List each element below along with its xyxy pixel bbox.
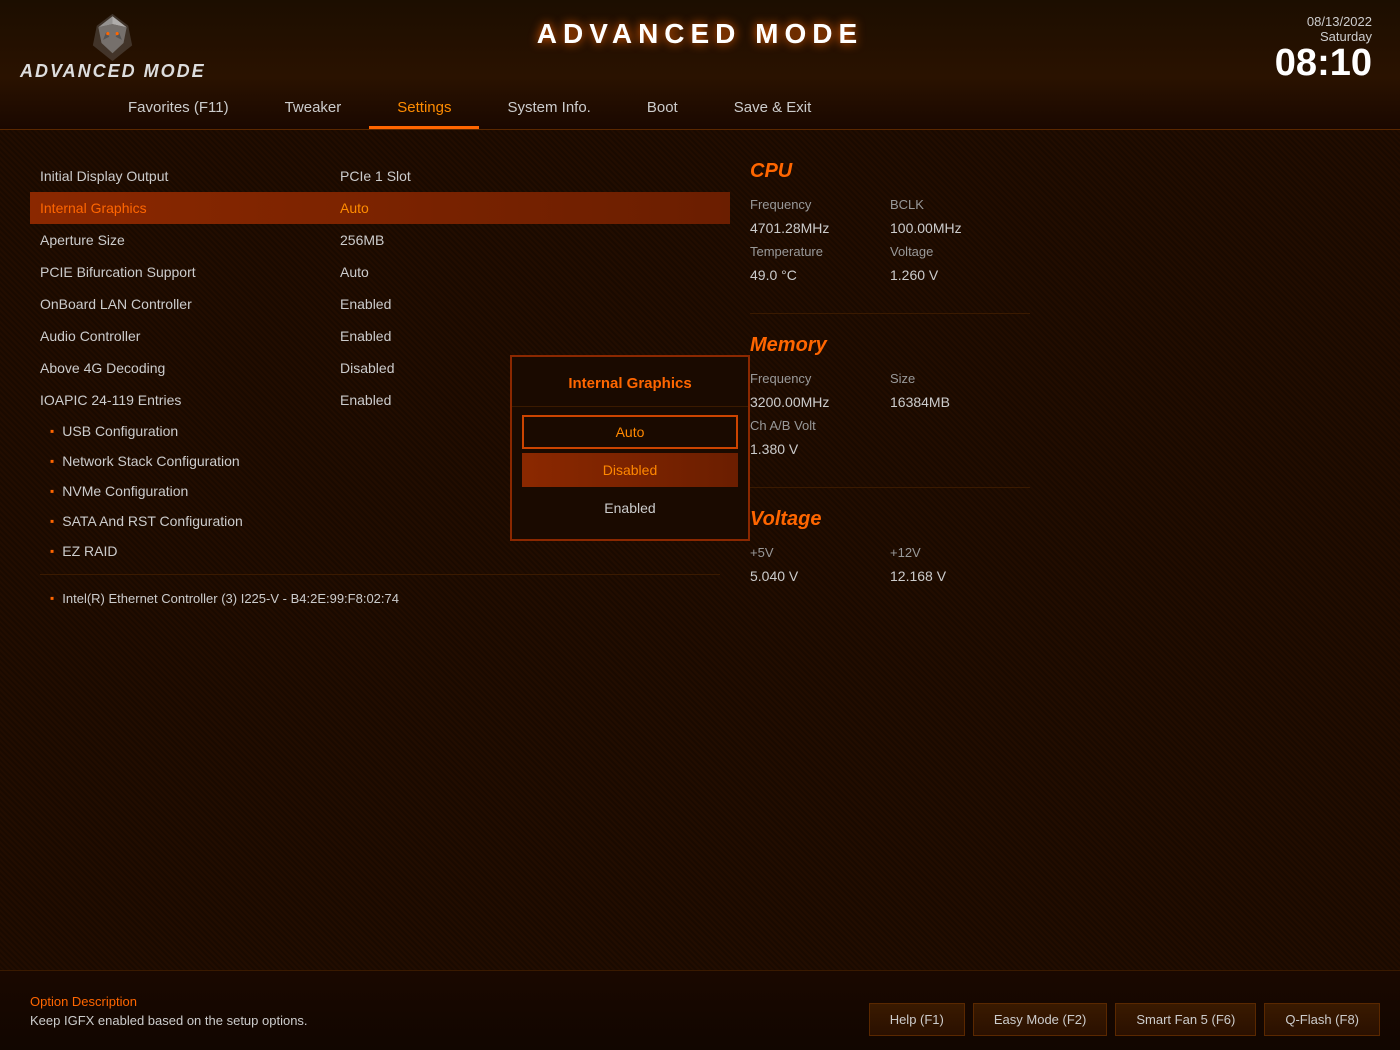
nav-tweaker[interactable]: Tweaker <box>257 89 370 129</box>
cpu-grid: Frequency BCLK 4701.28MHz 100.00MHz Temp… <box>750 197 1030 283</box>
nav-settings[interactable]: Settings <box>369 89 479 129</box>
memory-title: Memory <box>750 334 1030 357</box>
dropdown-overlay[interactable]: Internal Graphics Auto Disabled Enabled <box>510 355 750 541</box>
cpu-temp-label: Temperature <box>750 244 890 259</box>
dropdown-title: Internal Graphics <box>512 367 748 407</box>
setting-row-internal-graphics[interactable]: Internal Graphics Auto <box>30 192 730 224</box>
ethernet-item: ▪ Intel(R) Ethernet Controller (3) I225-… <box>30 583 730 613</box>
title-text: ADVANCED MODE <box>537 18 863 49</box>
voltage-title: Voltage <box>750 508 1030 531</box>
cpu-bclk-label: BCLK <box>890 197 1030 212</box>
memory-section: Memory Frequency Size 3200.00MHz 16384MB… <box>750 334 1030 457</box>
right-panel: CPU Frequency BCLK 4701.28MHz 100.00MHz … <box>750 150 1030 950</box>
ethernet-label: Intel(R) Ethernet Controller (3) I225-V … <box>62 591 399 606</box>
setting-value-audio: Enabled <box>340 328 720 344</box>
mem-size-label: Size <box>890 371 1030 386</box>
cpu-freq-label: Frequency <box>750 197 890 212</box>
bullet-nvme-icon: ▪ <box>50 484 54 498</box>
setting-label-lan: OnBoard LAN Controller <box>40 296 340 312</box>
setting-label-aperture: Aperture Size <box>40 232 340 248</box>
mem-freq-value: 3200.00MHz <box>750 394 890 410</box>
nav-save-exit[interactable]: Save & Exit <box>706 89 840 129</box>
sub-label-sata: SATA And RST Configuration <box>62 513 243 529</box>
qflash-button[interactable]: Q-Flash (F8) <box>1264 1003 1380 1036</box>
nav-boot[interactable]: Boot <box>619 89 706 129</box>
setting-value-internal-graphics: Auto <box>340 200 720 216</box>
voltage-grid: +5V +12V 5.040 V 12.168 V <box>750 545 1030 584</box>
cpu-divider <box>750 313 1030 314</box>
smart-fan-button[interactable]: Smart Fan 5 (F6) <box>1115 1003 1256 1036</box>
setting-row-lan[interactable]: OnBoard LAN Controller Enabled <box>30 288 730 320</box>
v12-label: +12V <box>890 545 1030 560</box>
memory-grid: Frequency Size 3200.00MHz 16384MB Ch A/B… <box>750 371 1030 457</box>
cpu-title: CPU <box>750 160 1030 183</box>
main-content: Initial Display Output PCIe 1 Slot Inter… <box>0 130 1400 970</box>
logo: ADVANCED MODE <box>20 10 206 82</box>
setting-value-lan: Enabled <box>340 296 720 312</box>
dropdown-option-auto[interactable]: Auto <box>522 415 738 449</box>
bullet-ezraid-icon: ▪ <box>50 544 54 558</box>
bullet-usb-icon: ▪ <box>50 424 54 438</box>
nav-bar: Favorites (F11) Tweaker Settings System … <box>100 89 839 129</box>
sub-label-network: Network Stack Configuration <box>62 453 239 469</box>
setting-row-aperture[interactable]: Aperture Size 256MB <box>30 224 730 256</box>
bullet-sata-icon: ▪ <box>50 514 54 528</box>
header-time: 08:10 <box>1275 42 1372 84</box>
sub-label-nvme: NVMe Configuration <box>62 483 188 499</box>
cpu-bclk-value: 100.00MHz <box>890 220 1030 236</box>
mem-chvolt-label: Ch A/B Volt <box>750 418 890 433</box>
help-button[interactable]: Help (F1) <box>869 1003 965 1036</box>
header-datetime: 08/13/2022 Saturday 08:10 <box>1275 14 1372 82</box>
setting-row-audio[interactable]: Audio Controller Enabled <box>30 320 730 352</box>
bullet-ethernet-icon: ▪ <box>50 591 54 605</box>
setting-value-pcie-bifurcation: Auto <box>340 264 720 280</box>
header: ADVANCED MODE ADVANCED MODE 08/13/2022 S… <box>0 0 1400 130</box>
bottom-buttons: Help (F1) Easy Mode (F2) Smart Fan 5 (F6… <box>869 1003 1380 1036</box>
nav-sysinfo[interactable]: System Info. <box>479 89 618 129</box>
cpu-section: CPU Frequency BCLK 4701.28MHz 100.00MHz … <box>750 160 1030 283</box>
voltage-section: Voltage +5V +12V 5.040 V 12.168 V <box>750 508 1030 584</box>
v5-label: +5V <box>750 545 890 560</box>
setting-label-above4g: Above 4G Decoding <box>40 360 340 376</box>
sub-label-ezraid: EZ RAID <box>62 543 117 559</box>
setting-label-initial-display: Initial Display Output <box>40 168 340 184</box>
setting-row-initial-display[interactable]: Initial Display Output PCIe 1 Slot <box>30 160 730 192</box>
mem-size-value: 16384MB <box>890 394 1030 410</box>
sub-label-usb: USB Configuration <box>62 423 178 439</box>
main-divider <box>40 574 720 575</box>
nav-favorites[interactable]: Favorites (F11) <box>100 89 257 129</box>
date-value: 08/13/2022 <box>1307 14 1372 29</box>
header-title: ADVANCED MODE <box>537 18 863 50</box>
logo-text: ADVANCED MODE <box>20 61 206 82</box>
dropdown-option-disabled[interactable]: Disabled <box>522 453 738 487</box>
bottom-bar: Option Description Keep IGFX enabled bas… <box>0 970 1400 1050</box>
left-panel: Initial Display Output PCIe 1 Slot Inter… <box>30 150 730 950</box>
setting-label-pcie-bifurcation: PCIE Bifurcation Support <box>40 264 340 280</box>
setting-label-audio: Audio Controller <box>40 328 340 344</box>
setting-label-internal-graphics: Internal Graphics <box>40 200 340 216</box>
cpu-volt-label: Voltage <box>890 244 1030 259</box>
v12-value: 12.168 V <box>890 568 1030 584</box>
header-date: 08/13/2022 <box>1275 14 1372 29</box>
setting-row-pcie-bifurcation[interactable]: PCIE Bifurcation Support Auto <box>30 256 730 288</box>
mem-chvolt-value: 1.380 V <box>750 441 890 457</box>
v5-value: 5.040 V <box>750 568 890 584</box>
cpu-freq-value: 4701.28MHz <box>750 220 890 236</box>
cpu-temp-value: 49.0 °C <box>750 267 890 283</box>
easy-mode-button[interactable]: Easy Mode (F2) <box>973 1003 1107 1036</box>
setting-value-aperture: 256MB <box>340 232 720 248</box>
logo-wolf-icon <box>85 10 140 65</box>
memory-divider <box>750 487 1030 488</box>
mem-freq-label: Frequency <box>750 371 890 386</box>
dropdown-option-enabled[interactable]: Enabled <box>522 491 738 525</box>
cpu-volt-value: 1.260 V <box>890 267 1030 283</box>
bullet-network-icon: ▪ <box>50 454 54 468</box>
setting-value-initial-display: PCIe 1 Slot <box>340 168 720 184</box>
setting-label-ioapic: IOAPIC 24-119 Entries <box>40 392 340 408</box>
